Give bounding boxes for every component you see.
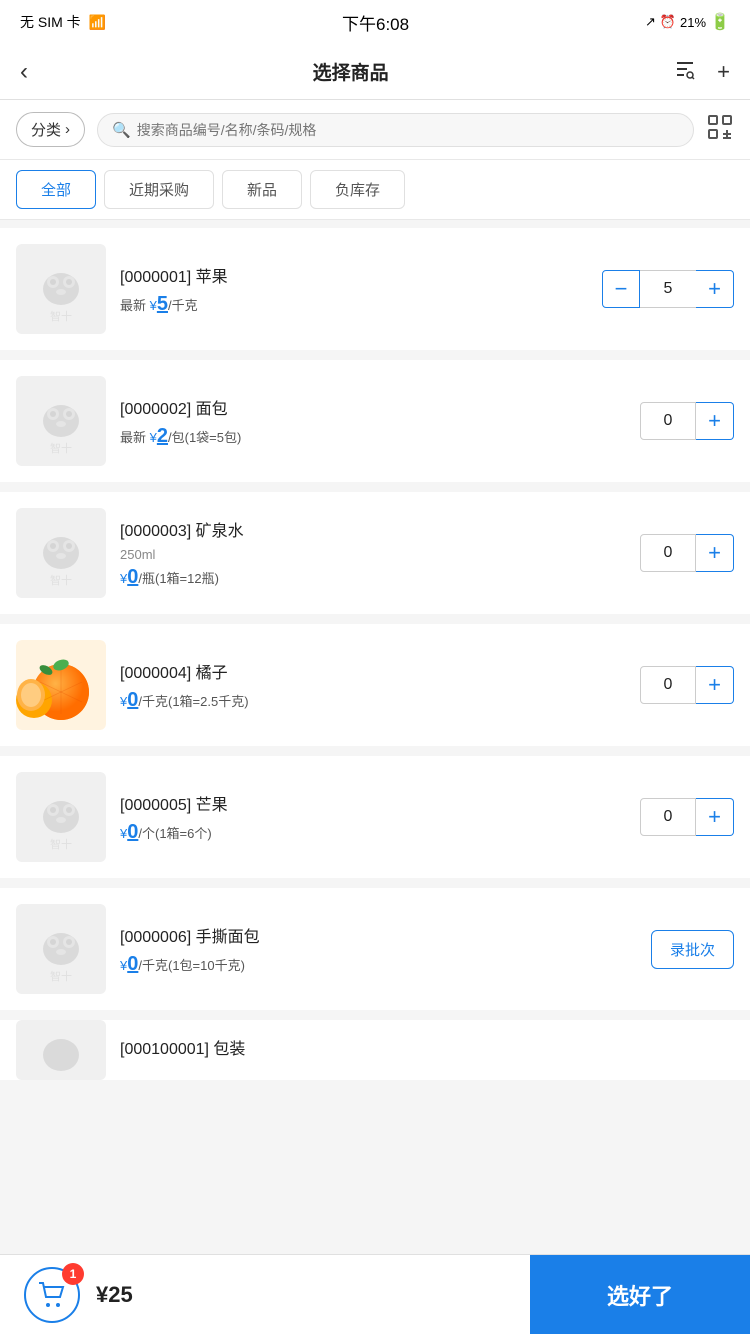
product-price: 最新 ¥5/千克 — [120, 293, 588, 316]
alarm-icon: ⏰ — [660, 14, 676, 30]
qty-control: + — [640, 402, 734, 440]
back-button[interactable]: ‹ — [20, 58, 28, 86]
cart-section: 1 ¥25 — [0, 1267, 530, 1323]
product-item: 智十 [0000002] 面包 最新 ¥2/包(1袋=5包) + — [0, 360, 750, 482]
product-image: 智十 — [16, 244, 106, 334]
tab-all[interactable]: 全部 — [16, 170, 96, 209]
product-placeholder — [31, 1020, 91, 1080]
add-button[interactable]: + — [717, 59, 730, 85]
qty-input[interactable] — [640, 402, 696, 440]
product-price: ¥0/个(1箱=6个) — [120, 821, 626, 844]
confirm-button[interactable]: 选好了 — [530, 1255, 750, 1334]
product-info: [0000003] 矿泉水 250ml ¥0/瓶(1箱=12瓶) — [120, 517, 626, 589]
qty-control: − + — [602, 270, 734, 308]
qty-control: + — [640, 534, 734, 572]
separator — [0, 1012, 750, 1020]
product-info: [000100001] 包装 — [120, 1035, 734, 1065]
product-item: [0000004] 橘子 ¥0/千克(1箱=2.5千克) + — [0, 624, 750, 746]
cart-badge: 1 — [62, 1263, 84, 1285]
qty-plus-button[interactable]: + — [696, 402, 734, 440]
product-info: [0000006] 手撕面包 ¥0/千克(1包=10千克) — [120, 923, 637, 976]
separator — [0, 748, 750, 756]
nav-bar: ‹ 选择商品 + — [0, 44, 750, 100]
product-list: 智十 [0000001] 苹果 最新 ¥5/千克 − + — [0, 220, 750, 1172]
qty-input[interactable] — [640, 666, 696, 704]
separator — [0, 880, 750, 888]
qty-plus-button[interactable]: + — [696, 270, 734, 308]
product-image: 智十 — [16, 904, 106, 994]
qty-control: + — [640, 666, 734, 704]
product-placeholder: 智十 — [31, 254, 91, 324]
product-name: [0000006] 手撕面包 — [120, 923, 637, 947]
product-placeholder: 智十 — [31, 518, 91, 588]
product-spec: 250ml — [120, 547, 626, 562]
product-name: [0000001] 苹果 — [120, 263, 588, 287]
location-icon: ↗ — [645, 14, 656, 30]
product-placeholder: 智十 — [31, 914, 91, 984]
product-price: ¥0/瓶(1箱=12瓶) — [120, 566, 626, 589]
nav-actions: + — [673, 57, 730, 87]
product-placeholder: 智十 — [31, 782, 91, 852]
tab-negative[interactable]: 负库存 — [310, 170, 405, 209]
wifi-icon: 📶 — [89, 14, 106, 31]
status-right: ↗ ⏰ 21% 🔋 — [645, 12, 730, 32]
cart-total: ¥25 — [96, 1282, 133, 1308]
status-left: 无 SIM 卡 📶 — [20, 12, 106, 32]
product-info: [0000004] 橘子 ¥0/千克(1箱=2.5千克) — [120, 659, 626, 712]
product-image — [16, 1020, 106, 1080]
qty-minus-button[interactable]: − — [602, 270, 640, 308]
product-item: 智十 [0000005] 芒果 ¥0/个(1箱=6个) + — [0, 756, 750, 878]
qty-plus-button[interactable]: + — [696, 798, 734, 836]
product-image — [16, 640, 106, 730]
qty-control: + — [640, 798, 734, 836]
separator — [0, 616, 750, 624]
status-bar: 无 SIM 卡 📶 下午6:08 ↗ ⏰ 21% 🔋 — [0, 0, 750, 44]
qty-input[interactable] — [640, 798, 696, 836]
product-placeholder: 智十 — [31, 386, 91, 456]
tab-recent[interactable]: 近期采购 — [104, 170, 214, 209]
filter-button[interactable] — [673, 57, 697, 87]
product-item: 智十 [0000003] 矿泉水 250ml ¥0/瓶(1箱=12瓶) + — [0, 492, 750, 614]
search-input-wrap: 🔍 — [97, 113, 694, 147]
product-name: [0000003] 矿泉水 — [120, 517, 626, 541]
scan-button[interactable] — [706, 113, 734, 147]
product-image: 智十 — [16, 376, 106, 466]
search-input[interactable] — [137, 122, 679, 138]
product-name: [0000005] 芒果 — [120, 791, 626, 815]
product-price: ¥0/千克(1包=10千克) — [120, 953, 637, 976]
product-item: 智十 [0000006] 手撕面包 ¥0/千克(1包=10千克) 录批次 — [0, 888, 750, 1010]
search-icon: 🔍 — [112, 121, 131, 139]
search-area: 分类 › 🔍 — [0, 100, 750, 160]
separator — [0, 484, 750, 492]
status-time: 下午6:08 — [342, 10, 409, 35]
qty-plus-button[interactable]: + — [696, 666, 734, 704]
cart-button[interactable]: 1 — [24, 1267, 80, 1323]
battery-icon: 🔋 — [710, 12, 730, 32]
qty-plus-button[interactable]: + — [696, 534, 734, 572]
separator — [0, 352, 750, 360]
sim-status: 无 SIM 卡 — [20, 12, 81, 32]
product-image: 智十 — [16, 508, 106, 598]
product-item: [000100001] 包装 — [0, 1020, 750, 1080]
product-name: [0000004] 橘子 — [120, 659, 626, 683]
tab-bar: 全部 近期采购 新品 负库存 — [0, 160, 750, 220]
product-name: [0000002] 面包 — [120, 395, 626, 419]
product-info: [0000005] 芒果 ¥0/个(1箱=6个) — [120, 791, 626, 844]
qty-input[interactable] — [640, 534, 696, 572]
batch-button[interactable]: 录批次 — [651, 930, 734, 969]
product-price: ¥0/千克(1箱=2.5千克) — [120, 689, 626, 712]
product-info: [0000001] 苹果 最新 ¥5/千克 — [120, 263, 588, 316]
category-button[interactable]: 分类 › — [16, 112, 85, 147]
battery-status: 21% — [680, 15, 706, 30]
product-name: [000100001] 包装 — [120, 1035, 734, 1059]
product-item: 智十 [0000001] 苹果 最新 ¥5/千克 − + — [0, 228, 750, 350]
page-title: 选择商品 — [313, 58, 389, 85]
bottom-bar: 1 ¥25 选好了 — [0, 1254, 750, 1334]
tab-new[interactable]: 新品 — [222, 170, 302, 209]
product-image-content — [16, 640, 106, 730]
qty-input[interactable] — [640, 270, 696, 308]
product-info: [0000002] 面包 最新 ¥2/包(1袋=5包) — [120, 395, 626, 448]
product-image: 智十 — [16, 772, 106, 862]
product-price: 最新 ¥2/包(1袋=5包) — [120, 425, 626, 448]
